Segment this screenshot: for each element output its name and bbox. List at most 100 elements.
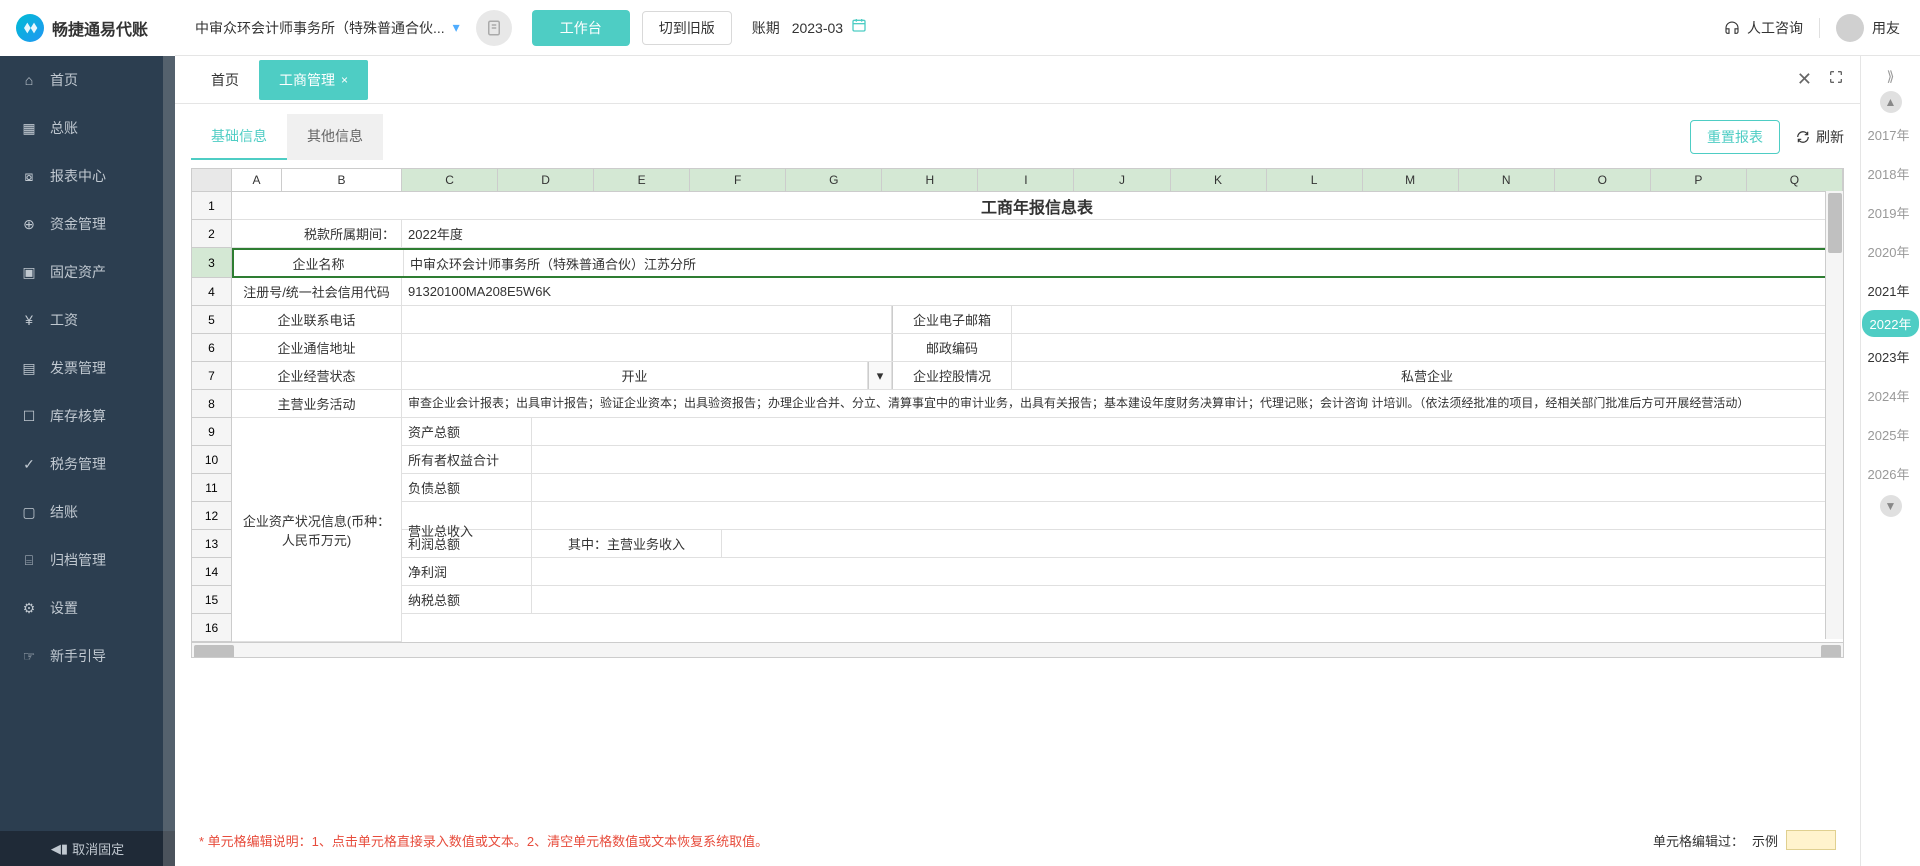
year-item-2019年[interactable]: 2019年 [1862,193,1920,232]
cell-r5-label[interactable]: 企业联系电话 [232,306,402,333]
row-header-8[interactable]: 8 [192,390,232,418]
select-all-corner[interactable] [192,169,232,191]
cell-r2-value[interactable]: 2022年度 [402,220,1843,247]
cell-r6-label2[interactable]: 邮政编码 [892,334,1012,361]
document-icon-button[interactable] [476,10,512,46]
sidebar-item-11[interactable]: ⚙设置 [0,584,175,632]
dropdown-icon[interactable]: ▾ [868,362,892,389]
row-header-9[interactable]: 9 [192,418,232,446]
old-version-button[interactable]: 切到旧版 [642,11,732,45]
refresh-button[interactable]: 刷新 [1796,127,1844,147]
cell-r7-value2[interactable]: 私营企业 [1012,362,1843,389]
cell-r14-v[interactable] [532,530,1843,557]
horizontal-scrollbar[interactable] [192,642,1843,658]
cell-r4-label[interactable]: 注册号/统一社会信用代码 [232,278,402,305]
cell-r15-v[interactable] [532,558,1843,585]
col-header-F[interactable]: F [690,169,786,191]
sidebar-item-8[interactable]: ✓税务管理 [0,440,175,488]
cell-r4-value[interactable]: 91320100MA208E5W6K [402,278,1843,305]
spreadsheet[interactable]: ABCDEFGHIJKLMNOPQ 1234567891011121314151… [191,168,1844,658]
sidebar-item-1[interactable]: ▦总账 [0,104,175,152]
row-header-15[interactable]: 15 [192,586,232,614]
sidebar-item-7[interactable]: ☐库存核算 [0,392,175,440]
cell-r16[interactable]: 纳税总额 [402,586,532,613]
cell-r9[interactable]: 资产总额 [402,418,532,445]
year-item-2020年[interactable]: 2020年 [1862,232,1920,271]
sidebar-item-2[interactable]: ⧇报表中心 [0,152,175,200]
sidebar-item-9[interactable]: ▢结账 [0,488,175,536]
col-header-H[interactable]: H [882,169,978,191]
calendar-icon[interactable] [851,17,867,38]
year-collapse-icon[interactable]: ⟫ [1887,68,1895,85]
sidebar-item-3[interactable]: ⊕资金管理 [0,200,175,248]
cell-r15[interactable]: 净利润 [402,558,532,585]
year-item-2024年[interactable]: 2024年 [1862,376,1920,415]
row-header-12[interactable]: 12 [192,502,232,530]
support-link[interactable]: 人工咨询 [1723,18,1803,38]
sidebar-item-10[interactable]: ⌸归档管理 [0,536,175,584]
tab-business-management[interactable]: 工商管理 × [259,60,368,100]
company-selector[interactable]: 中审众环会计师事务所（特殊普通合伙... ▾ [195,18,460,38]
sidebar-item-0[interactable]: ⌂首页 [0,56,175,104]
col-header-M[interactable]: M [1363,169,1459,191]
cells-area[interactable]: 工商年报信息表 税款所属期间： 2022年度 企业名称 中审众环会计师事务所（特… [232,192,1843,642]
cell-r16-v[interactable] [532,586,1843,613]
cell-r5-value[interactable] [402,306,892,333]
year-item-2017年[interactable]: 2017年 [1862,115,1920,154]
col-header-B[interactable]: B [282,169,402,191]
cell-r6-value[interactable] [402,334,892,361]
cell-r5-value2[interactable] [1012,306,1843,333]
row-header-14[interactable]: 14 [192,558,232,586]
cell-r8-value[interactable]: 审查企业会计报表；出具审计报告；验证企业资本；出具验资报告；办理企业合并、分立、… [402,390,1843,417]
year-item-2018年[interactable]: 2018年 [1862,154,1920,193]
cell-r9-v[interactable] [532,418,1843,445]
col-header-D[interactable]: D [498,169,594,191]
year-item-2023年[interactable]: 2023年 [1862,337,1920,376]
cell-r6-label[interactable]: 企业通信地址 [232,334,402,361]
col-header-J[interactable]: J [1074,169,1170,191]
cell-r10[interactable]: 所有者权益合计 [402,446,532,473]
reset-report-button[interactable]: 重置报表 [1690,120,1780,154]
col-header-A[interactable]: A [232,169,282,191]
cell-r10-v[interactable] [532,446,1843,473]
sidebar-item-6[interactable]: ▤发票管理 [0,344,175,392]
cell-r7-label[interactable]: 企业经营状态 [232,362,402,389]
year-item-2026年[interactable]: 2026年 [1862,454,1920,493]
row-header-6[interactable]: 6 [192,334,232,362]
sub-tab-other-info[interactable]: 其他信息 [287,114,383,160]
col-header-Q[interactable]: Q [1747,169,1843,191]
cell-r7-label2[interactable]: 企业控股情况 [892,362,1012,389]
row-header-2[interactable]: 2 [192,220,232,248]
cell-asset-merge-label[interactable]: 企业资产状况信息(币种：人民币万元) [232,418,402,642]
cell-r11-v[interactable] [532,474,1843,501]
row-header-16[interactable]: 16 [192,614,232,642]
sidebar-scrollbar[interactable] [163,56,175,866]
cell-r12-v[interactable] [532,502,1843,529]
sidebar-item-12[interactable]: ☞新手引导 [0,632,175,680]
cell-r6-value2[interactable] [1012,334,1843,361]
year-item-2025年[interactable]: 2025年 [1862,415,1920,454]
tab-home[interactable]: 首页 [191,60,259,100]
year-item-2022年[interactable]: 2022年 [1862,310,1920,337]
cell-r3-value[interactable]: 中审众环会计师事务所（特殊普通合伙）江苏分所 [404,250,1841,276]
row-header-5[interactable]: 5 [192,306,232,334]
cell-r14[interactable]: 利润总额 [402,530,532,557]
col-header-C[interactable]: C [402,169,498,191]
row-header-13[interactable]: 13 [192,530,232,558]
col-header-E[interactable]: E [594,169,690,191]
fullscreen-icon[interactable] [1828,69,1844,90]
user-menu[interactable]: 用友 [1836,14,1900,42]
row-header-11[interactable]: 11 [192,474,232,502]
col-header-O[interactable]: O [1555,169,1651,191]
cell-r7-value[interactable]: 开业 [402,362,868,389]
sub-tab-basic-info[interactable]: 基础信息 [191,114,287,160]
row-header-1[interactable]: 1 [192,192,232,220]
cell-r8-label[interactable]: 主营业务活动 [232,390,402,417]
year-item-2021年[interactable]: 2021年 [1862,271,1920,310]
col-header-K[interactable]: K [1171,169,1267,191]
col-header-N[interactable]: N [1459,169,1555,191]
row-header-10[interactable]: 10 [192,446,232,474]
cell-r3-label[interactable]: 企业名称 [234,250,404,276]
close-all-icon[interactable]: ✕ [1793,65,1816,94]
year-up-arrow[interactable]: ▲ [1880,91,1902,113]
